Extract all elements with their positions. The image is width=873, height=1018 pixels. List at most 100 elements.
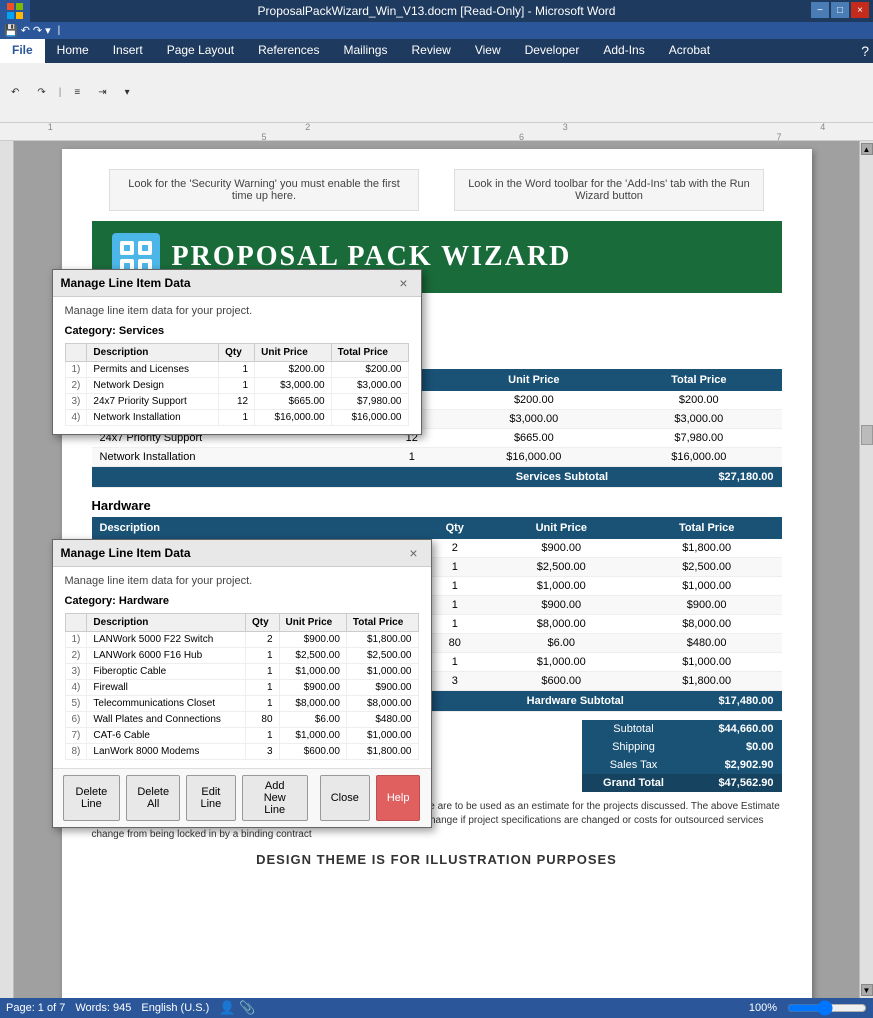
- tab-file[interactable]: File: [0, 39, 45, 63]
- table-row: Network Installation1$16,000.00$16,000.0…: [92, 448, 782, 467]
- add-new-line-button[interactable]: Add New Line: [242, 775, 308, 821]
- table-cell: $6.00: [491, 634, 632, 653]
- dialog-services-close-button[interactable]: ×: [395, 274, 413, 292]
- help-icon[interactable]: ?: [857, 39, 873, 63]
- scroll-up-button[interactable]: ▲: [861, 143, 873, 155]
- dialog-cell: 3): [65, 394, 87, 410]
- delete-all-button[interactable]: Delete All: [126, 775, 180, 821]
- tab-add-ins[interactable]: Add-Ins: [591, 39, 656, 63]
- delete-line-button[interactable]: Delete Line: [63, 775, 121, 821]
- list-item: 5)Telecommunications Closet1$8,000.00$8,…: [65, 696, 418, 712]
- tab-developer[interactable]: Developer: [513, 39, 592, 63]
- hw-col-total: Total Price: [632, 517, 782, 539]
- zoom-slider[interactable]: [787, 1003, 867, 1013]
- list-item: 2)LANWork 6000 F16 Hub1$2,500.00$2,500.0…: [65, 648, 418, 664]
- more-ribbon-btn[interactable]: ▾: [120, 84, 135, 101]
- dialog-services-table: Description Qty Unit Price Total Price 1…: [65, 343, 409, 426]
- ribbon-area: 💾 ↶ ↷ ▾ | File Home Insert Page Layout R…: [0, 22, 873, 63]
- dialog-cell: 1: [246, 648, 280, 664]
- hw-col-desc: Description: [92, 517, 419, 539]
- tab-review[interactable]: Review: [399, 39, 462, 63]
- left-margin: [0, 141, 14, 998]
- edit-line-button[interactable]: Edit Line: [186, 775, 236, 821]
- scroll-down-button[interactable]: ▼: [861, 984, 873, 996]
- dialog-hardware-close-button[interactable]: ×: [405, 544, 423, 562]
- tab-home[interactable]: Home: [45, 39, 101, 63]
- dialog-cell: LANWork 5000 F22 Switch: [87, 632, 246, 648]
- services-subtotal-label: Services Subtotal: [92, 467, 617, 488]
- maximize-button[interactable]: □: [831, 2, 849, 18]
- dialog-cell: 2): [65, 648, 87, 664]
- hw-col-qty: Qty: [419, 517, 491, 539]
- dialog-cell: 6): [65, 712, 87, 728]
- scroll-thumb[interactable]: [861, 425, 873, 445]
- dialog-cell: 1: [246, 696, 280, 712]
- table-cell: $3,000.00: [616, 410, 781, 429]
- save-quick-btn[interactable]: 💾: [4, 24, 18, 37]
- dialog-cell: $2,500.00: [279, 648, 346, 664]
- undo-quick-btn[interactable]: ↶: [21, 24, 30, 37]
- undo-ribbon-btn[interactable]: ↶: [6, 84, 24, 101]
- ruler-scale: 1 2 3 4 5 6 7: [4, 122, 869, 142]
- d1-col-qty: Qty: [219, 344, 255, 362]
- dialog-cell: Permits and Licenses: [87, 362, 219, 378]
- windows-logo: [0, 0, 30, 22]
- totals-table: Subtotal$44,660.00 Shipping$0.00 Sales T…: [582, 720, 782, 792]
- dialog-services[interactable]: Manage Line Item Data × Manage line item…: [52, 269, 422, 435]
- dialog-cell: 1: [219, 410, 255, 426]
- dialog-cell: $2,500.00: [346, 648, 418, 664]
- table-cell: $2,500.00: [491, 558, 632, 577]
- table-cell: $8,000.00: [632, 615, 782, 634]
- dialog-cell: LANWork 6000 F16 Hub: [87, 648, 246, 664]
- table-cell: $2,500.00: [632, 558, 782, 577]
- more-quick-btn[interactable]: ▾: [45, 24, 51, 37]
- ribbon-content: ↶ ↷ | ≡ ⇥ ▾: [0, 63, 873, 123]
- document-scroll[interactable]: Look for the 'Security Warning' you must…: [14, 141, 859, 998]
- dialog-cell: $16,000.00: [331, 410, 408, 426]
- d1-col-desc: Description: [87, 344, 219, 362]
- dialog-cell: $1,000.00: [279, 728, 346, 744]
- word-count: Words: 945: [75, 1002, 131, 1014]
- dialog-cell: $900.00: [279, 680, 346, 696]
- list-item: 6)Wall Plates and Connections80$6.00$480…: [65, 712, 418, 728]
- redo-quick-btn[interactable]: ↷: [33, 24, 42, 37]
- dialog-cell: $480.00: [346, 712, 418, 728]
- redo-ribbon-btn[interactable]: ↷: [32, 84, 50, 101]
- shipping-label: Shipping: [582, 738, 686, 756]
- table-cell: $600.00: [491, 672, 632, 691]
- tab-acrobat[interactable]: Acrobat: [657, 39, 722, 63]
- tab-insert[interactable]: Insert: [101, 39, 155, 63]
- table-cell: $8,000.00: [491, 615, 632, 634]
- dialog-hardware[interactable]: Manage Line Item Data × Manage line item…: [52, 539, 432, 828]
- dialog-hardware-category: Category: Hardware: [65, 595, 419, 607]
- tab-references[interactable]: References: [246, 39, 331, 63]
- customize-label: |: [58, 25, 61, 36]
- help-button[interactable]: Help: [376, 775, 421, 821]
- dialog-cell: LanWork 8000 Modems: [87, 744, 246, 760]
- services-subtotal-value: $27,180.00: [616, 467, 781, 488]
- indent-btn[interactable]: ⇥: [93, 84, 111, 101]
- minimize-button[interactable]: −: [811, 2, 829, 18]
- window-controls[interactable]: − □ ×: [811, 2, 869, 18]
- dialog-services-titlebar[interactable]: Manage Line Item Data ×: [53, 270, 421, 297]
- dialog-hardware-titlebar[interactable]: Manage Line Item Data ×: [53, 540, 431, 567]
- table-cell: $900.00: [491, 539, 632, 558]
- right-scrollbar[interactable]: ▲ ▼: [859, 141, 873, 998]
- shipping-value: $0.00: [685, 738, 781, 756]
- dialog-cell: 3): [65, 664, 87, 680]
- list-item: 2)Network Design1$3,000.00$3,000.00: [65, 378, 408, 394]
- dialog-cell: $3,000.00: [255, 378, 331, 394]
- close-button[interactable]: Close: [320, 775, 370, 821]
- bullets-btn[interactable]: ≡: [69, 84, 85, 101]
- table-cell: 1: [372, 448, 452, 467]
- dialog-cell: 1: [246, 664, 280, 680]
- close-button[interactable]: ×: [851, 2, 869, 18]
- dialog-cell: $7,980.00: [331, 394, 408, 410]
- tax-value: $2,902.90: [685, 756, 781, 774]
- tab-view[interactable]: View: [463, 39, 513, 63]
- document-area: Look for the 'Security Warning' you must…: [0, 141, 873, 998]
- tab-mailings[interactable]: Mailings: [331, 39, 399, 63]
- table-cell: $1,800.00: [632, 672, 782, 691]
- tab-page-layout[interactable]: Page Layout: [155, 39, 246, 63]
- d2-col-total: Total Price: [346, 614, 418, 632]
